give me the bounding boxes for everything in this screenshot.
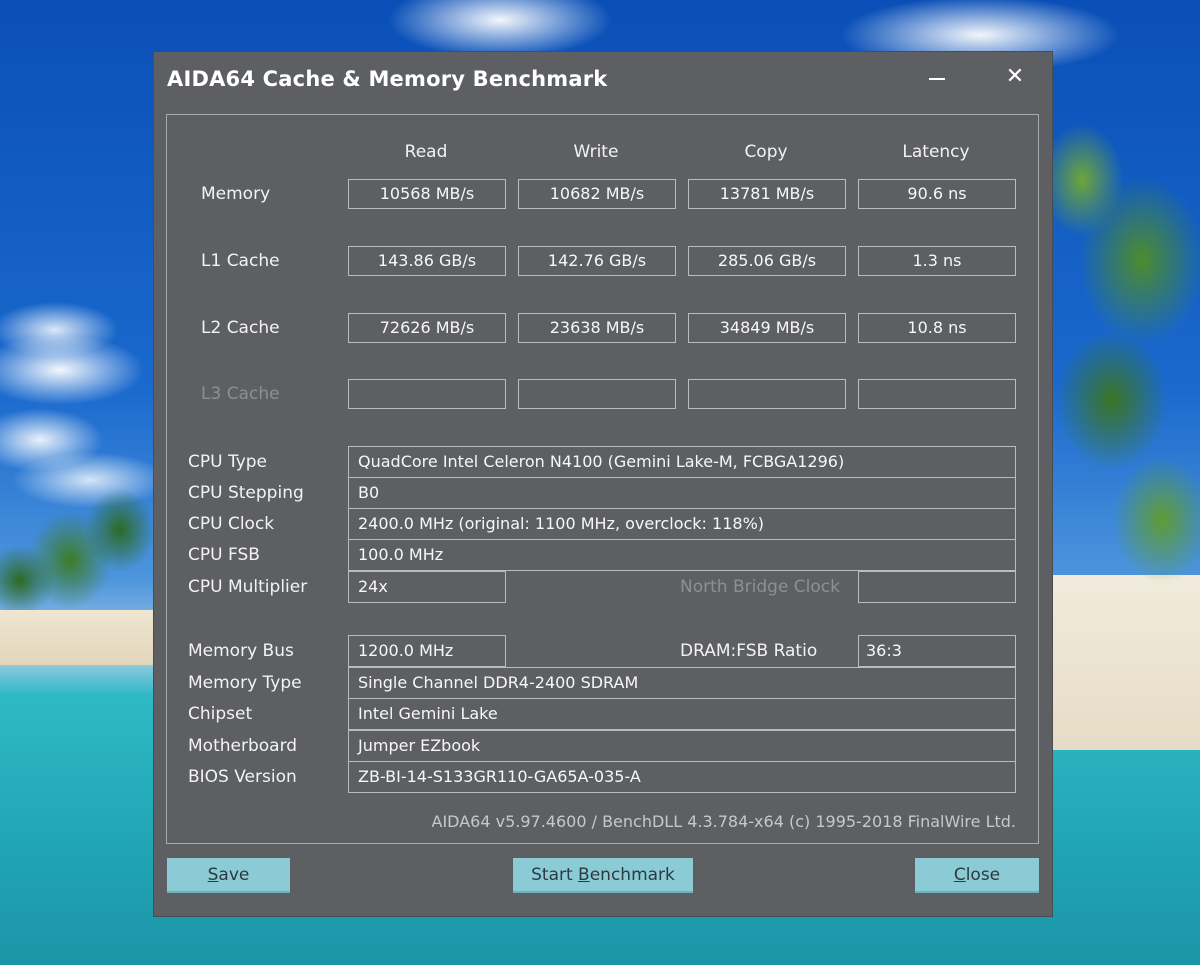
close-button-label-post: lose — [965, 865, 1001, 885]
north-bridge-clock-label: North Bridge Clock — [680, 577, 840, 597]
cpu-clock-value: 2400.0 MHz (original: 1100 MHz, overcloc… — [348, 508, 1016, 540]
background-beach-left — [0, 610, 154, 665]
cpu-type-value: QuadCore Intel Celeron N4100 (Gemini Lak… — [348, 446, 1016, 478]
motherboard-label: Motherboard — [188, 736, 298, 756]
background-palms-right — [1052, 100, 1200, 580]
memory-type-value: Single Channel DDR4-2400 SDRAM — [348, 667, 1016, 699]
minimize-icon — [929, 77, 945, 80]
l3-latency-value — [858, 379, 1016, 409]
benchmark-window: AIDA64 Cache & Memory Benchmark ✕ Read W… — [154, 52, 1052, 916]
cpu-clock-label: CPU Clock — [188, 514, 275, 534]
column-header-write: Write — [573, 142, 619, 162]
cpu-stepping-label: CPU Stepping — [188, 483, 304, 503]
l2-copy-value: 34849 MB/s — [688, 313, 846, 343]
l1-copy-value: 285.06 GB/s — [688, 246, 846, 276]
cpu-multiplier-value: 24x — [348, 571, 506, 603]
row-label-l3-cache: L3 Cache — [201, 384, 280, 404]
north-bridge-clock-value — [858, 571, 1016, 603]
l2-read-value: 72626 MB/s — [348, 313, 506, 343]
save-button[interactable]: Save — [167, 858, 290, 893]
memory-bus-value: 1200.0 MHz — [348, 635, 506, 667]
background-palms-left — [0, 470, 154, 620]
memory-read-value: 10568 MB/s — [348, 179, 506, 209]
save-button-label-accel: S — [207, 865, 219, 885]
l1-latency-value: 1.3 ns — [858, 246, 1016, 276]
l1-write-value: 142.76 GB/s — [518, 246, 676, 276]
l3-write-value — [518, 379, 676, 409]
memory-copy-value: 13781 MB/s — [688, 179, 846, 209]
cpu-type-label: CPU Type — [188, 452, 268, 472]
cpu-multiplier-label: CPU Multiplier — [188, 577, 308, 597]
version-footer-text: AIDA64 v5.97.4600 / BenchDLL 4.3.784-x64… — [431, 812, 1016, 831]
memory-latency-value: 90.6 ns — [858, 179, 1016, 209]
background-beach-right — [1052, 575, 1200, 750]
cpu-stepping-value: B0 — [348, 477, 1016, 509]
chipset-value: Intel Gemini Lake — [348, 698, 1016, 730]
start-benchmark-button[interactable]: Start Benchmark — [513, 858, 693, 893]
memory-type-label: Memory Type — [188, 673, 302, 693]
close-window-button[interactable]: ✕ — [992, 60, 1038, 94]
close-button-label-accel: C — [953, 865, 966, 885]
motherboard-value: Jumper EZbook — [348, 730, 1016, 762]
row-label-memory: Memory — [201, 184, 271, 204]
start-button-label-post: enchmark — [589, 865, 675, 885]
column-header-read: Read — [404, 142, 448, 162]
bios-version-label: BIOS Version — [188, 767, 297, 787]
memory-write-value: 10682 MB/s — [518, 179, 676, 209]
dram-fsb-ratio-value: 36:3 — [858, 635, 1016, 667]
cpu-fsb-label: CPU FSB — [188, 545, 260, 565]
start-button-label-accel: B — [578, 865, 590, 885]
l2-write-value: 23638 MB/s — [518, 313, 676, 343]
dram-fsb-ratio-label: DRAM:FSB Ratio — [680, 641, 818, 661]
l2-latency-value: 10.8 ns — [858, 313, 1016, 343]
column-header-latency: Latency — [902, 142, 970, 162]
close-button[interactable]: Close — [915, 858, 1039, 893]
l3-read-value — [348, 379, 506, 409]
memory-bus-label: Memory Bus — [188, 641, 294, 661]
start-button-label-pre: Start — [531, 865, 579, 885]
results-panel: Read Write Copy Latency Memory 10568 MB/… — [166, 114, 1039, 844]
window-title: AIDA64 Cache & Memory Benchmark — [167, 67, 608, 91]
chipset-label: Chipset — [188, 704, 253, 724]
save-button-label-post: ave — [218, 865, 250, 885]
bios-version-value: ZB-BI-14-S133GR110-GA65A-035-A — [348, 761, 1016, 793]
l3-copy-value — [688, 379, 846, 409]
row-label-l2-cache: L2 Cache — [201, 318, 280, 338]
title-bar[interactable]: AIDA64 Cache & Memory Benchmark ✕ — [154, 52, 1052, 110]
cpu-fsb-value: 100.0 MHz — [348, 539, 1016, 571]
l1-read-value: 143.86 GB/s — [348, 246, 506, 276]
column-header-copy: Copy — [744, 142, 788, 162]
close-icon: ✕ — [1005, 64, 1025, 89]
minimize-button[interactable] — [914, 60, 960, 94]
row-label-l1-cache: L1 Cache — [201, 251, 280, 271]
